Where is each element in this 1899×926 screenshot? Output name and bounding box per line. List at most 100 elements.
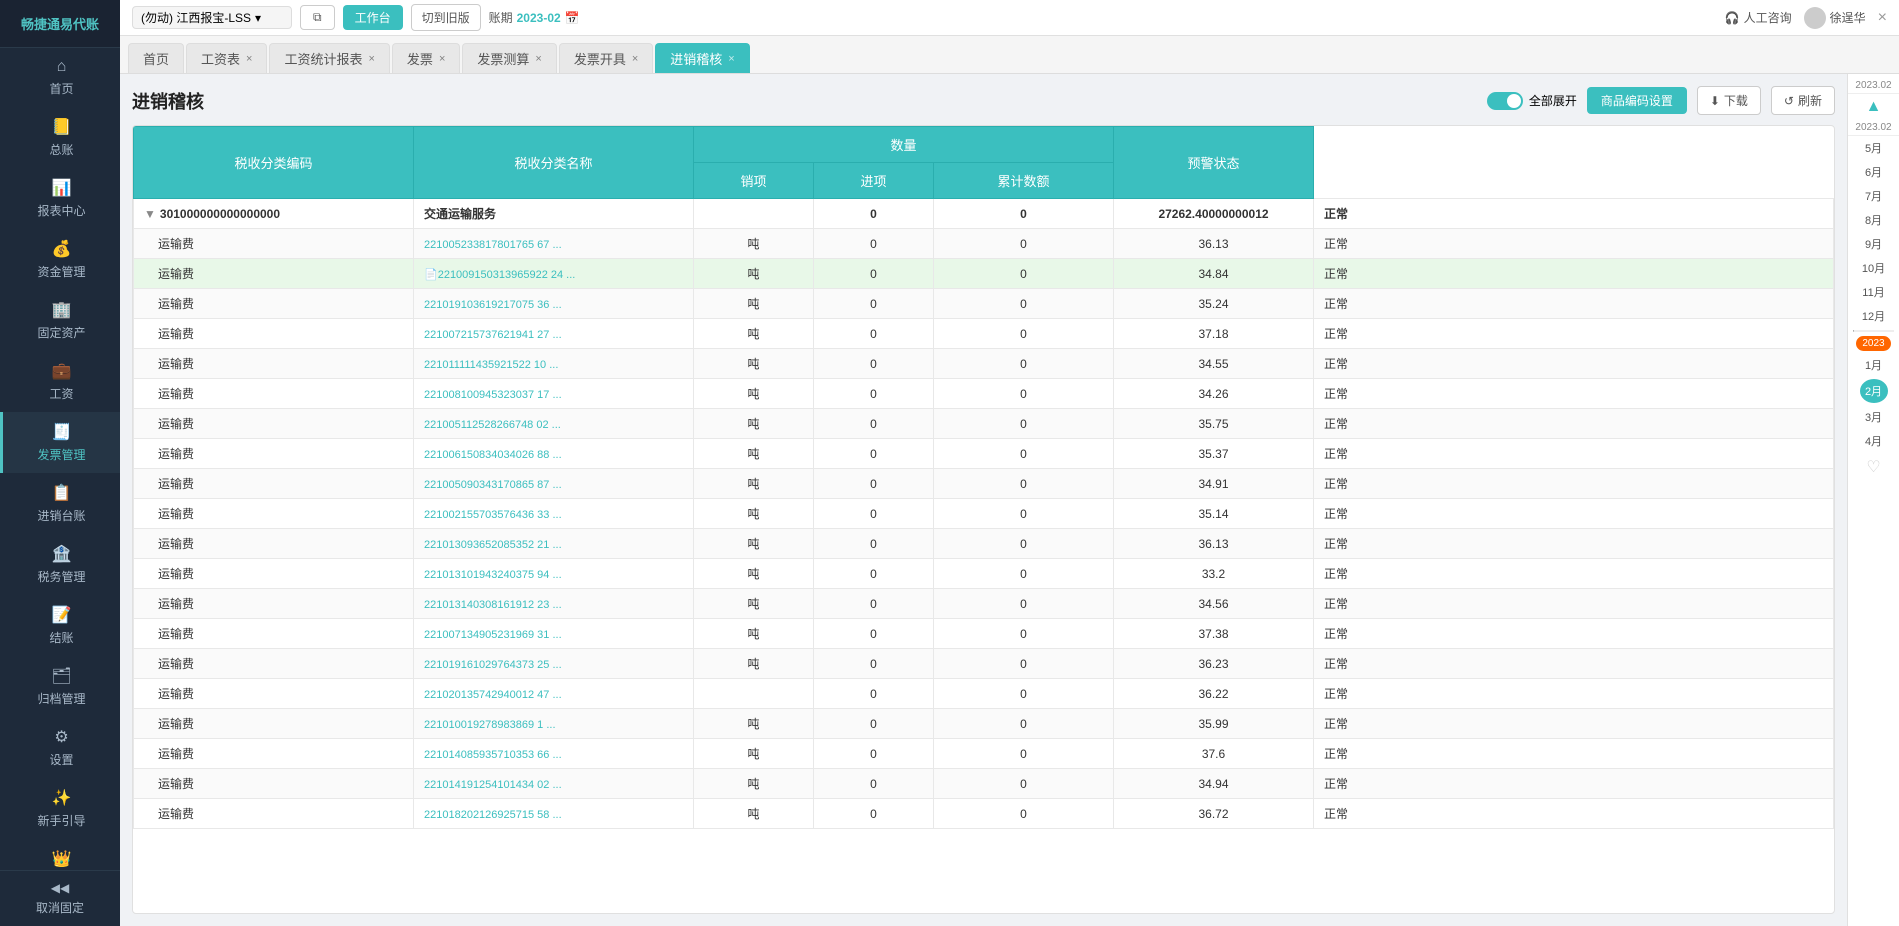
archive-icon: 🗂 — [51, 666, 71, 686]
invoice-icon: 🧾 — [52, 422, 72, 442]
guide-icon: ✨ — [52, 788, 72, 808]
main-table-container: 税收分类编码 税收分类名称 数量 预警状态 销项 进项 累计数额 ▼301000… — [132, 125, 1835, 914]
download-button[interactable]: ⬇ 下载 — [1697, 86, 1761, 115]
table-row: 运输费221018202126925715 58 ...吨0036.72正常 — [134, 799, 1834, 829]
tab-sales-check-close[interactable]: × — [728, 53, 734, 65]
sidebar-item-settlement[interactable]: 📝 结账 — [0, 595, 120, 656]
page-title: 进销稽核 — [132, 88, 204, 114]
funds-icon: 💰 — [52, 239, 72, 259]
table-row: 运输费221005233817801765 67 ...吨0036.13正常 — [134, 229, 1834, 259]
right-panel-month-7[interactable]: 7月 — [1848, 184, 1899, 208]
right-panel-month-8[interactable]: 8月 — [1848, 208, 1899, 232]
sidebar-item-settings[interactable]: ⚙ 设置 — [0, 717, 120, 778]
settlement-icon: 📝 — [52, 605, 72, 625]
assets-icon: 🏢 — [52, 300, 72, 320]
tab-invoice-open-close[interactable]: × — [632, 53, 638, 65]
heart-icon[interactable]: ♡ — [1862, 453, 1884, 481]
toggle-track[interactable] — [1487, 92, 1523, 110]
unpin-button[interactable]: ◀◀ 取消固定 — [0, 870, 120, 926]
workbench-button[interactable]: 工作台 — [343, 5, 403, 30]
tab-payroll-stats-close[interactable]: × — [368, 53, 374, 65]
col-tax-name: 税收分类名称 — [414, 127, 694, 199]
table-row: 运输费221005090343170865 87 ...吨0034.91正常 — [134, 469, 1834, 499]
tab-payroll[interactable]: 工资表 × — [186, 43, 267, 73]
right-panel-month-6[interactable]: 6月 — [1848, 160, 1899, 184]
scroll-up-arrow[interactable]: ▲ — [1862, 94, 1886, 120]
table-row: 运输费221013101943240375 94 ...吨0033.2正常 — [134, 559, 1834, 589]
refresh-icon: ↺ — [1784, 94, 1794, 108]
right-panel-year-2023-badge[interactable]: 2023 — [1856, 336, 1890, 351]
right-panel-month-11[interactable]: 11月 — [1848, 280, 1899, 304]
sidebar-nav: ⌂ 首页 📒 总账 📊 报表中心 💰 资金管理 🏢 固定资产 💼 工资 🧾 发票… — [0, 48, 120, 870]
switch-version-button[interactable]: 切到旧版 — [411, 4, 481, 31]
sidebar-item-payroll[interactable]: 💼 工资 — [0, 351, 120, 412]
ledger-icon: 📒 — [52, 117, 72, 137]
right-panel-year-prev: 2023.02 — [1848, 120, 1899, 136]
sidebar-item-archive[interactable]: 🗂 归档管理 — [0, 656, 120, 717]
right-panel-month-12[interactable]: 12月 — [1848, 304, 1899, 328]
right-panel-month-1[interactable]: 1月 — [1848, 353, 1899, 377]
expand-toggle[interactable]: 全部展开 — [1487, 92, 1577, 110]
right-panel-month-4[interactable]: 4月 — [1848, 429, 1899, 453]
topbar-close-button[interactable]: × — [1878, 9, 1887, 27]
table-row: 运输费221013093652085352 21 ...吨0036.13正常 — [134, 529, 1834, 559]
tab-invoice-calc[interactable]: 发票测算 × — [462, 43, 556, 73]
sidebar-item-sales-ledger[interactable]: 📋 进销台账 — [0, 473, 120, 534]
company-selector[interactable]: (勿动) 江西报宝-LSS ▾ — [132, 6, 292, 29]
period-info: 账期 2023-02 📅 — [489, 9, 580, 26]
right-panel-month-9[interactable]: 9月 — [1848, 232, 1899, 256]
settings-button[interactable]: 商品编码设置 — [1587, 87, 1687, 114]
table-row: 运输费221014191254101434 02 ...吨0034.94正常 — [134, 769, 1834, 799]
chevron-down-icon: ▾ — [255, 11, 261, 25]
sidebar-item-funds[interactable]: 💰 资金管理 — [0, 229, 120, 290]
main-table: 税收分类编码 税收分类名称 数量 预警状态 销项 进项 累计数额 ▼301000… — [133, 126, 1834, 829]
topbar: (勿动) 江西报宝-LSS ▾ ⧉ 工作台 切到旧版 账期 2023-02 📅 … — [120, 0, 1899, 36]
table-row: 运输费221006150834034026 88 ...吨0035.37正常 — [134, 439, 1834, 469]
right-panel-month-5[interactable]: 5月 — [1848, 136, 1899, 160]
page-header: 进销稽核 全部展开 商品编码设置 ⬇ 下载 ↺ 刷 — [132, 86, 1835, 115]
right-panel-month-3[interactable]: 3月 — [1848, 405, 1899, 429]
sidebar-item-member[interactable]: 👑 畅会员 — [0, 839, 120, 870]
refresh-button[interactable]: ↺ 刷新 — [1771, 86, 1835, 115]
right-panel-year-2023-02: 2023.02 — [1848, 78, 1899, 94]
calendar-icon[interactable]: 📅 — [565, 11, 580, 25]
home-icon: ⌂ — [57, 58, 67, 76]
tax-icon: 🏦 — [52, 544, 72, 564]
copy-button[interactable]: ⧉ — [300, 5, 335, 30]
table-row: ▼301000000000000000交通运输服务0027262.4000000… — [134, 199, 1834, 229]
tab-invoice-close[interactable]: × — [439, 53, 445, 65]
tab-payroll-stats[interactable]: 工资统计报表 × — [269, 43, 389, 73]
table-row: 运输费221007134905231969 31 ...吨0037.38正常 — [134, 619, 1834, 649]
support-link[interactable]: 🎧 人工咨询 — [1725, 9, 1792, 26]
panel-divider — [1853, 330, 1894, 332]
payroll-icon: 💼 — [52, 361, 72, 381]
download-icon: ⬇ — [1710, 94, 1720, 108]
topbar-right: 🎧 人工咨询 徐逞华 × — [1725, 7, 1887, 29]
tab-invoice[interactable]: 发票 × — [392, 43, 460, 73]
sidebar-item-assets[interactable]: 🏢 固定资产 — [0, 290, 120, 351]
tabbar: 首页 工资表 × 工资统计报表 × 发票 × 发票测算 × 发票开具 × 进销稽… — [120, 36, 1899, 74]
tab-home[interactable]: 首页 — [128, 43, 184, 73]
tab-payroll-close[interactable]: × — [246, 53, 252, 65]
sidebar-item-invoice-mgmt[interactable]: 🧾 发票管理 — [0, 412, 120, 473]
tab-invoice-open[interactable]: 发票开具 × — [559, 43, 653, 73]
col-quantity: 数量 — [694, 127, 1114, 163]
toggle-thumb — [1507, 94, 1521, 108]
sidebar-item-reports[interactable]: 📊 报表中心 — [0, 168, 120, 229]
user-info[interactable]: 徐逞华 — [1804, 7, 1866, 29]
table-row: 运输费221019103619217075 36 ...吨0035.24正常 — [134, 289, 1834, 319]
table-row: 运输费221005112528266748 02 ...吨0035.75正常 — [134, 409, 1834, 439]
sidebar-item-ledger[interactable]: 📒 总账 — [0, 107, 120, 168]
sidebar-item-tax[interactable]: 🏦 税务管理 — [0, 534, 120, 595]
tab-invoice-calc-close[interactable]: × — [535, 53, 541, 65]
right-panel-month-2-active[interactable]: 2月 — [1860, 379, 1888, 403]
tab-sales-check[interactable]: 进销稽核 × — [655, 43, 749, 73]
reports-icon: 📊 — [52, 178, 72, 198]
table-row: 运输费221007215737621941 27 ...吨0037.18正常 — [134, 319, 1834, 349]
table-row: 运输费221020135742940012 47 ...0036.22正常 — [134, 679, 1834, 709]
table-row: 运输费 📄221009150313965922 24 ...吨0034.84正常 — [134, 259, 1834, 289]
sidebar-item-home[interactable]: ⌂ 首页 — [0, 48, 120, 107]
right-panel-month-10[interactable]: 10月 — [1848, 256, 1899, 280]
sidebar-item-guide[interactable]: ✨ 新手引导 — [0, 778, 120, 839]
right-panel: 2023.02 ▲ 2023.02 5月 6月 7月 8月 9月 10月 11月… — [1847, 74, 1899, 926]
